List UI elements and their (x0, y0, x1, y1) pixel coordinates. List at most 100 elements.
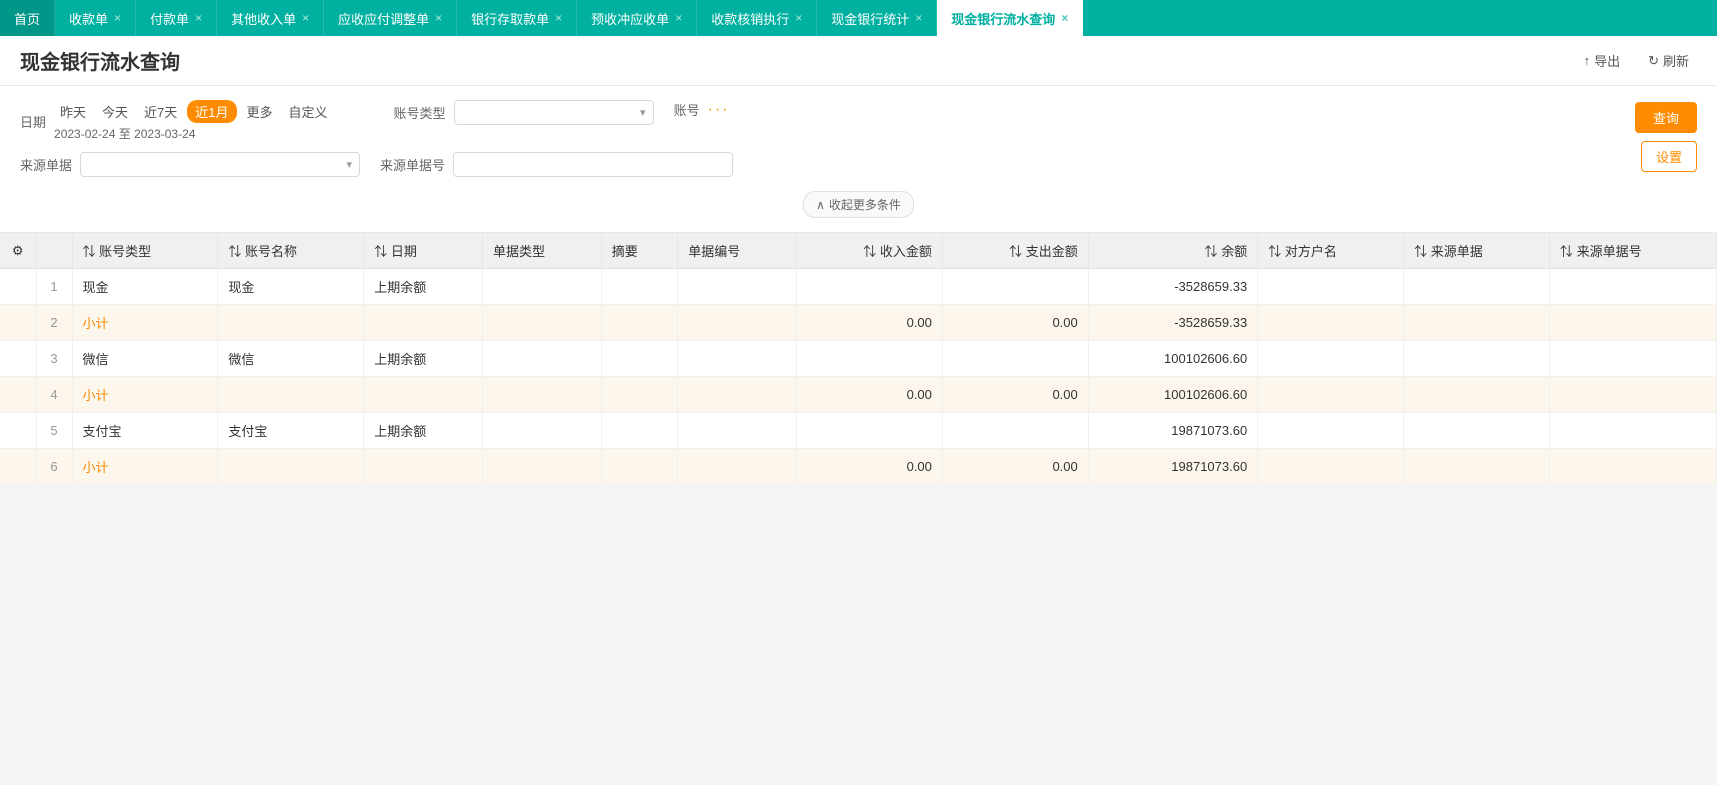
table-area: ⚙ ⇅ 账号类型 ⇅ 账号名称 ⇅ 日期 单据类型 (0, 233, 1717, 485)
col-doc-type: 单据类型 (483, 233, 602, 269)
cell-account-type: 小计 (72, 377, 218, 413)
cell-counterpart (1258, 305, 1404, 341)
data-table: ⚙ ⇅ 账号类型 ⇅ 账号名称 ⇅ 日期 单据类型 (0, 233, 1717, 485)
col-account-name[interactable]: ⇅ 账号名称 (218, 233, 364, 269)
refresh-button[interactable]: ↻ 刷新 (1640, 47, 1697, 74)
cell-summary (601, 341, 677, 377)
col-source-doc-no[interactable]: ⇅ 来源单据号 (1549, 233, 1716, 269)
source-doc-label: 来源单据 (20, 155, 72, 174)
nav-tab-close-7[interactable]: × (915, 11, 922, 25)
cell-source-doc (1404, 305, 1550, 341)
cell-income: 0.00 (797, 377, 943, 413)
cell-doc-type (483, 449, 602, 485)
nav-tab-2[interactable]: 其他收入单 × (217, 0, 324, 36)
col-income[interactable]: ⇅ 收入金额 (797, 233, 943, 269)
table-row: 6小计0.000.0019871073.60 (0, 449, 1717, 485)
shortcut-7days[interactable]: 近7天 (138, 100, 183, 123)
cell-gear (0, 341, 36, 377)
nav-tab-close-1[interactable]: × (195, 11, 202, 25)
cell-date (364, 377, 483, 413)
nav-tab-close-6[interactable]: × (795, 11, 802, 25)
nav-tab-1[interactable]: 付款单 × (136, 0, 217, 36)
col-source-doc[interactable]: ⇅ 来源单据 (1404, 233, 1550, 269)
shortcut-custom[interactable]: 自定义 (283, 100, 334, 123)
export-button[interactable]: ↑ 导出 (1576, 47, 1629, 74)
col-expense[interactable]: ⇅ 支出金额 (942, 233, 1088, 269)
cell-account-name: 支付宝 (218, 413, 364, 449)
source-doc-no-input[interactable] (453, 152, 733, 177)
cell-doc-type (483, 377, 602, 413)
page-header: 现金银行流水查询 ↑ 导出 ↻ 刷新 (0, 36, 1717, 86)
nav-tab-close-0[interactable]: × (114, 11, 121, 25)
refresh-icon: ↻ (1648, 53, 1659, 69)
cell-gear (0, 413, 36, 449)
collapse-row: ∧ 收起更多条件 (20, 191, 1697, 218)
col-counterpart[interactable]: ⇅ 对方户名 (1258, 233, 1404, 269)
source-doc-group: 来源单据 ▾ (20, 152, 360, 177)
col-account-type[interactable]: ⇅ 账号类型 (72, 233, 218, 269)
cell-account-type: 支付宝 (72, 413, 218, 449)
cell-balance: 100102606.60 (1088, 377, 1257, 413)
cell-expense (942, 413, 1088, 449)
nav-tab-label-1: 付款单 (150, 9, 189, 28)
table-row: 5支付宝支付宝上期余额19871073.60 (0, 413, 1717, 449)
account-type-select-wrapper: ▾ (454, 100, 654, 125)
page-title: 现金银行流水查询 (20, 46, 180, 75)
cell-summary (601, 449, 677, 485)
nav-tab-close-3[interactable]: × (435, 11, 442, 25)
filter-area: 日期 昨天 今天 近7天 近1月 更多 自定义 2023-02-24 至 202… (0, 86, 1717, 233)
settings-button[interactable]: 设置 (1641, 141, 1697, 172)
col-num (36, 233, 72, 269)
cell-source-doc-no (1549, 269, 1716, 305)
nav-tab-close-2[interactable]: × (302, 11, 309, 25)
cell-balance: 100102606.60 (1088, 341, 1257, 377)
cell-account-name (218, 377, 364, 413)
cell-doc-no (678, 341, 797, 377)
cell-doc-no (678, 269, 797, 305)
table-header-row: ⚙ ⇅ 账号类型 ⇅ 账号名称 ⇅ 日期 单据类型 (0, 233, 1717, 269)
source-doc-no-group: 来源单据号 (380, 152, 733, 177)
col-gear[interactable]: ⚙ (0, 233, 36, 269)
col-date[interactable]: ⇅ 日期 (364, 233, 483, 269)
nav-tab-6[interactable]: 收款核销执行 × (697, 0, 817, 36)
query-button[interactable]: 查询 (1635, 102, 1697, 133)
cell-account-name (218, 449, 364, 485)
cell-doc-no (678, 305, 797, 341)
account-type-select[interactable] (454, 100, 654, 125)
nav-tab-7[interactable]: 现金银行统计 × (817, 0, 937, 36)
col-balance[interactable]: ⇅ 余额 (1088, 233, 1257, 269)
source-doc-select[interactable] (80, 152, 360, 177)
cell-source-doc-no (1549, 413, 1716, 449)
nav-tab-close-8[interactable]: × (1061, 11, 1068, 25)
cell-num: 3 (36, 341, 72, 377)
nav-tab-5[interactable]: 预收冲应收单 × (577, 0, 697, 36)
cell-account-type: 小计 (72, 305, 218, 341)
nav-tab-close-4[interactable]: × (555, 11, 562, 25)
account-group: 账号 ··· (674, 100, 730, 119)
export-icon: ↑ (1584, 53, 1591, 68)
nav-tab-close-5[interactable]: × (675, 11, 682, 25)
cell-source-doc-no (1549, 305, 1716, 341)
cell-source-doc-no (1549, 341, 1716, 377)
cell-account-type: 微信 (72, 341, 218, 377)
shortcut-more[interactable]: 更多 (241, 100, 279, 123)
cell-source-doc (1404, 377, 1550, 413)
shortcut-1month[interactable]: 近1月 (187, 100, 236, 123)
nav-tab-3[interactable]: 应收应付调整单 × (324, 0, 457, 36)
gear-icon: ⚙ (12, 243, 24, 258)
shortcut-today[interactable]: 今天 (96, 100, 134, 123)
cell-num: 4 (36, 377, 72, 413)
nav-tab-4[interactable]: 银行存取款单 × (457, 0, 577, 36)
nav-tab-8[interactable]: 现金银行流水查询 × (937, 0, 1083, 36)
account-dots-button[interactable]: ··· (708, 101, 730, 119)
nav-home[interactable]: 首页 (0, 0, 55, 36)
cell-account-type: 小计 (72, 449, 218, 485)
date-label: 日期 (20, 112, 46, 131)
shortcut-yesterday[interactable]: 昨天 (54, 100, 92, 123)
collapse-label: 收起更多条件 (829, 196, 901, 213)
collapse-button[interactable]: ∧ 收起更多条件 (803, 191, 914, 218)
cell-account-name: 微信 (218, 341, 364, 377)
nav-tab-0[interactable]: 收款单 × (55, 0, 136, 36)
cell-counterpart (1258, 449, 1404, 485)
refresh-label: 刷新 (1663, 51, 1689, 70)
